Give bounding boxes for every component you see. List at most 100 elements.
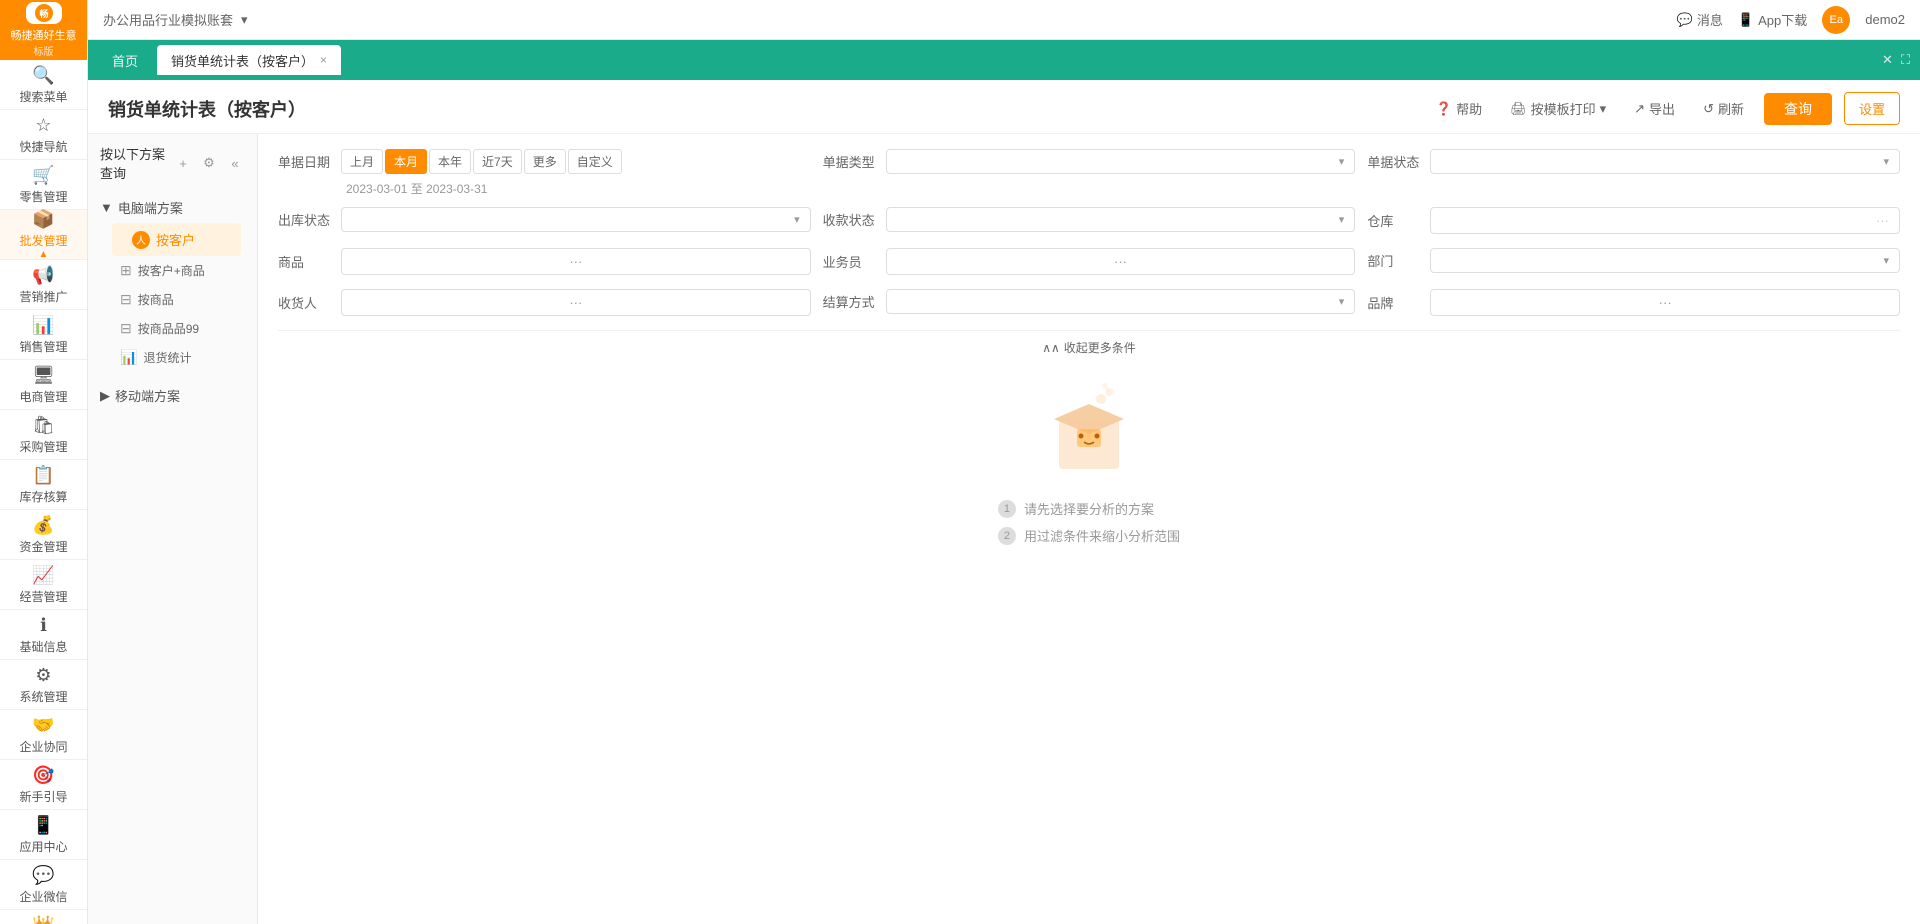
top-header: 办公用品行业模拟账套 ▾ 💬 消息 📱 App下载 Ea demo2 <box>88 0 1920 40</box>
finance-icon: 💰 <box>32 515 54 536</box>
retail-icon: 🛒 <box>32 165 54 186</box>
tab-sales-stats[interactable]: 销货单统计表（按客户） × <box>157 45 341 75</box>
sidebar-item-app-center[interactable]: 📱 应用中心 <box>0 810 87 860</box>
message-button[interactable]: 💬 消息 <box>1677 10 1723 29</box>
sidebar-item-ecommerce[interactable]: 🖥 电商管理 <box>0 360 87 410</box>
query-button[interactable]: 查询 <box>1764 93 1832 125</box>
date-tab-this-month[interactable]: 本月 <box>385 149 427 174</box>
print-button[interactable]: 🖨 按模板打印 ▾ <box>1502 95 1614 122</box>
sidebar-item-retail[interactable]: 🛒 零售管理 <box>0 160 87 210</box>
close-window-icon[interactable]: ✕ <box>1882 52 1893 68</box>
recipient-input[interactable]: ··· <box>341 289 811 316</box>
logo-svg: 畅 <box>33 2 55 24</box>
chevron-down-icon: ▼ <box>100 200 113 215</box>
settings-scheme-icon[interactable]: ⚙ <box>199 153 219 173</box>
add-scheme-icon[interactable]: + <box>173 153 193 173</box>
sidebar-item-system[interactable]: ⚙ 系统管理 <box>0 660 87 710</box>
date-tab-last-7[interactable]: 近7天 <box>473 149 522 174</box>
collapse-scheme-icon[interactable]: « <box>225 153 245 173</box>
scheme-item-by-product[interactable]: ⊟ 按商品 <box>112 285 241 314</box>
refresh-button[interactable]: ↺ 刷新 <box>1695 95 1752 122</box>
filter-item-settlement: 结算方式 ▾ <box>823 289 1356 314</box>
logo-text: 畅捷通好生意 标版 <box>11 27 77 58</box>
quick-nav-icon: ☆ <box>35 115 51 136</box>
help-button[interactable]: ❓ 帮助 <box>1428 95 1490 122</box>
scheme-item-returns[interactable]: 📊 退货统计 <box>112 343 241 372</box>
doc-status-chevron-icon: ▾ <box>1883 155 1889 168</box>
sidebar-item-inventory[interactable]: 📋 库存核算 <box>0 460 87 510</box>
page-title: 销货单统计表（按客户） <box>108 96 306 122</box>
system-icon: ⚙ <box>35 665 51 686</box>
filter-item-warehouse: 仓库 ··· <box>1367 207 1900 234</box>
sidebar-item-operations[interactable]: 📈 经营管理 <box>0 560 87 610</box>
doc-type-select[interactable]: ▾ <box>886 149 1356 174</box>
sidebar-item-marketing[interactable]: 📢 营销推广 <box>0 260 87 310</box>
filter-item-outbound: 出库状态 ▾ <box>278 207 811 232</box>
tab-home[interactable]: 首页 <box>98 45 152 75</box>
content-body: 按以下方案查询 + ⚙ « ▼ <box>88 134 1920 924</box>
sidebar-item-quick-nav[interactable]: ☆ 快捷导航 <box>0 110 87 160</box>
brand-dots: ··· <box>1659 295 1672 310</box>
industry-dropdown-arrow[interactable]: ▾ <box>241 12 248 28</box>
filter-item-goods: 商品 ··· <box>278 248 811 275</box>
header-left: 办公用品行业模拟账套 ▾ <box>103 10 248 29</box>
goods-input[interactable]: ··· <box>341 248 811 275</box>
empty-tips: 1 请先选择要分析的方案 2 用过滤条件来缩小分析范围 <box>998 499 1180 545</box>
warehouse-dots: ··· <box>1876 213 1889 228</box>
date-tab-last-month[interactable]: 上月 <box>341 149 383 174</box>
desktop-scheme-group-header[interactable]: ▼ 电脑端方案 <box>96 192 249 223</box>
desktop-scheme-group: ▼ 电脑端方案 人 按客户 ⊞ 按客户+商品 ⊟ <box>88 192 257 372</box>
salesperson-input[interactable]: ··· <box>886 248 1356 275</box>
mobile-scheme-group-header[interactable]: ▶ 移动端方案 <box>96 380 249 411</box>
sidebar-item-basic[interactable]: ℹ 基础信息 <box>0 610 87 660</box>
export-button[interactable]: ↗ 导出 <box>1626 95 1683 122</box>
sales-stats-tab-label: 销货单统计表（按客户） <box>171 51 314 70</box>
scheme-active-icon: 人 <box>132 231 150 249</box>
settings-button[interactable]: 设置 <box>1844 92 1900 125</box>
warehouse-input[interactable]: ··· <box>1430 207 1900 234</box>
department-select[interactable]: ▾ <box>1430 248 1900 273</box>
sidebar-item-finance[interactable]: 💰 资金管理 <box>0 510 87 560</box>
sidebar-item-vip[interactable]: 👑 畅会员 <box>0 910 87 924</box>
sidebar-item-purchase[interactable]: 🛍 采购管理 <box>0 410 87 460</box>
logo-icon: 畅 <box>26 2 62 24</box>
sidebar-item-enterprise[interactable]: 🤝 企业协同 <box>0 710 87 760</box>
help-icon: ❓ <box>1436 101 1452 117</box>
purchase-icon: 🛍 <box>32 415 55 436</box>
scheme-item-by-customer-product[interactable]: ⊞ 按客户+商品 <box>112 256 241 285</box>
tab-window-controls: ✕ ⛶ <box>1882 52 1910 68</box>
user-name[interactable]: demo2 <box>1865 12 1905 27</box>
collection-chevron-icon: ▾ <box>1339 213 1345 226</box>
sidebar-item-search-menu[interactable]: 🔍 搜索菜单 <box>0 60 87 110</box>
sidebar-item-sales[interactable]: 📊 销售管理 <box>0 310 87 360</box>
collapse-bar[interactable]: ∧∧ 收起更多条件 <box>278 330 1900 364</box>
filter-item-doc-type: 单据类型 ▾ <box>823 149 1356 174</box>
mobile-scheme-group: ▶ 移动端方案 <box>88 380 257 411</box>
sidebar-item-enterprise-wx[interactable]: 💬 企业微信 <box>0 860 87 910</box>
date-tab-this-year[interactable]: 本年 <box>429 149 471 174</box>
scheme-item-by-product-99[interactable]: ⊟ 按商品品99 <box>112 314 241 343</box>
date-tabs: 上月 本月 本年 近7天 更多 自定义 <box>341 149 622 174</box>
empty-tip-1: 1 请先选择要分析的方案 <box>998 499 1180 518</box>
app-download-button[interactable]: 📱 App下载 <box>1738 10 1807 29</box>
brand-input[interactable]: ··· <box>1430 289 1900 316</box>
scheme-panel-header: 按以下方案查询 + ⚙ « <box>88 134 257 192</box>
export-icon: ↗ <box>1634 101 1645 117</box>
maximize-window-icon[interactable]: ⛶ <box>1901 52 1910 68</box>
tab-bar: 首页 销货单统计表（按客户） × ✕ ⛶ <box>88 40 1920 80</box>
collection-label: 收款状态 <box>823 210 878 229</box>
date-tab-more[interactable]: 更多 <box>524 149 566 174</box>
sidebar-item-wholesale[interactable]: 📦 批发管理 ▲ <box>0 210 87 260</box>
settlement-select[interactable]: ▾ <box>886 289 1356 314</box>
sidebar-item-guide[interactable]: 🎯 新手引导 <box>0 760 87 810</box>
bar-icon: 📊 <box>120 349 137 366</box>
doc-status-select[interactable]: ▾ <box>1430 149 1900 174</box>
collection-select[interactable]: ▾ <box>886 207 1356 232</box>
user-avatar[interactable]: Ea <box>1822 6 1850 34</box>
tab-close-icon[interactable]: × <box>320 53 327 67</box>
table2-icon: ⊟ <box>120 320 132 337</box>
empty-svg <box>1029 364 1149 484</box>
date-tab-custom[interactable]: 自定义 <box>568 149 622 174</box>
outbound-select[interactable]: ▾ <box>341 207 811 232</box>
scheme-item-by-customer[interactable]: 人 按客户 <box>112 223 241 256</box>
